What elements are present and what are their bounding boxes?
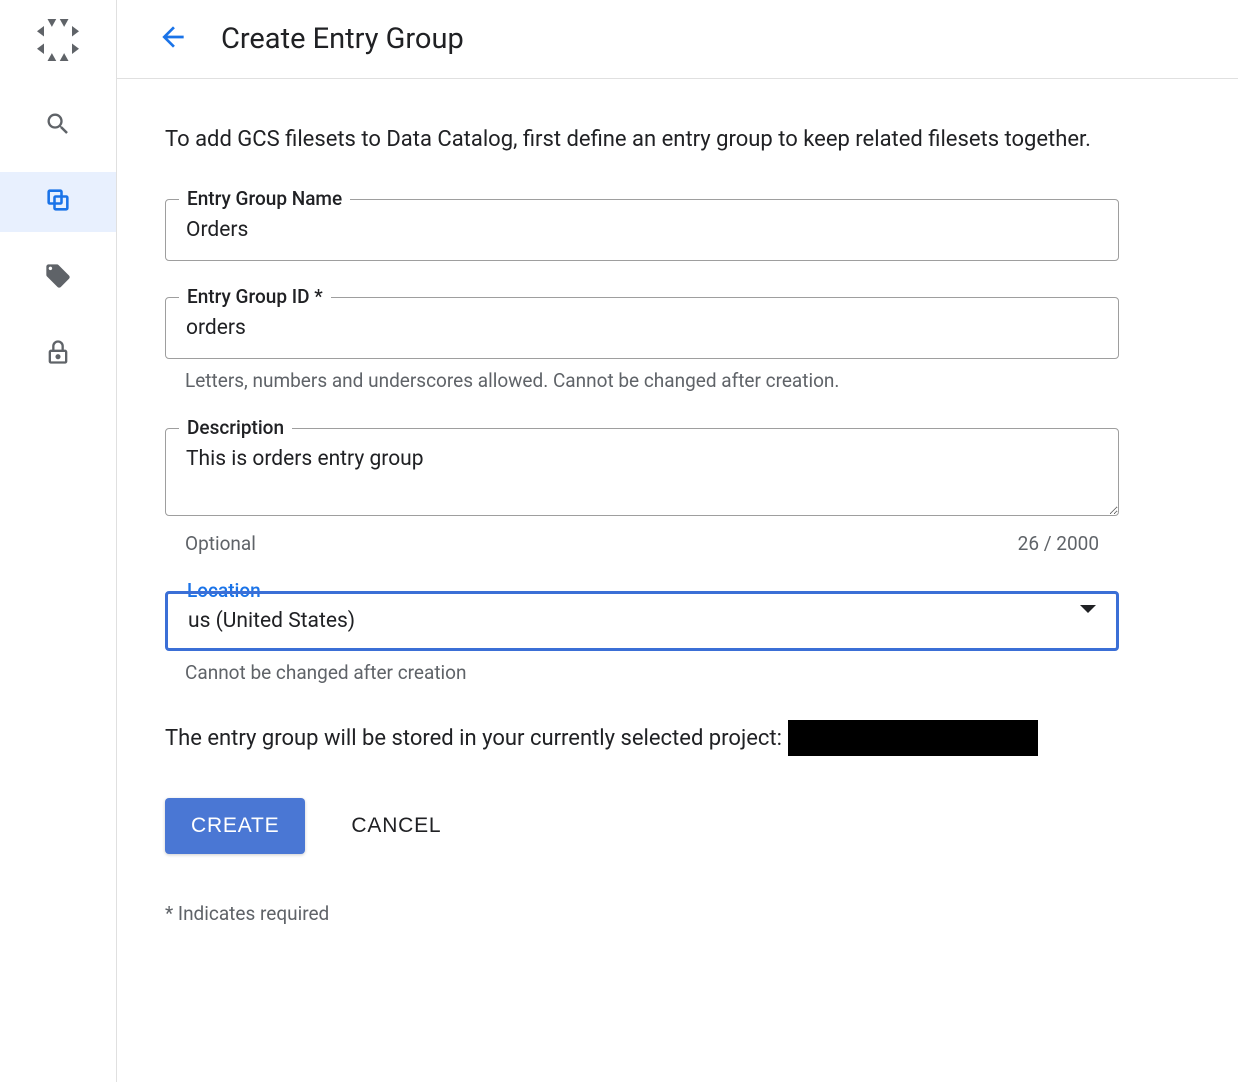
- project-info: The entry group will be stored in your c…: [165, 720, 1119, 756]
- location-value: us (United States): [188, 609, 355, 633]
- description-input[interactable]: [165, 428, 1119, 516]
- nav-entry-groups[interactable]: [0, 172, 116, 232]
- nav-tags[interactable]: [0, 248, 116, 308]
- page-title: Create Entry Group: [221, 22, 464, 56]
- sidebar: [0, 0, 117, 1082]
- location-field: Location us (United States): [165, 591, 1119, 651]
- product-logo: [30, 12, 86, 68]
- description-hint-optional: Optional: [185, 532, 256, 555]
- location-select[interactable]: us (United States): [165, 591, 1119, 651]
- create-button[interactable]: CREATE: [165, 798, 305, 854]
- required-note: * Indicates required: [165, 902, 1119, 925]
- project-id-redacted: [788, 720, 1038, 756]
- lock-icon: [44, 338, 72, 370]
- description-label: Description: [179, 416, 292, 439]
- description-char-count: 26 / 2000: [1018, 532, 1099, 555]
- search-icon: [44, 110, 72, 142]
- location-hint: Cannot be changed after creation: [165, 661, 1119, 684]
- arrow-left-icon: [157, 21, 189, 57]
- chevron-down-icon: [1080, 613, 1096, 629]
- entry-group-name-label: Entry Group Name: [179, 187, 350, 210]
- entry-group-name-field: Entry Group Name: [165, 199, 1119, 261]
- intro-text: To add GCS filesets to Data Catalog, fir…: [165, 123, 1119, 157]
- entry-groups-icon: [44, 186, 72, 218]
- form-actions: CREATE CANCEL: [165, 798, 1119, 854]
- nav-security[interactable]: [0, 324, 116, 384]
- project-info-text: The entry group will be stored in your c…: [165, 726, 782, 751]
- nav-search[interactable]: [0, 96, 116, 156]
- description-field: Description: [165, 428, 1119, 520]
- entry-group-id-label: Entry Group ID *: [179, 285, 331, 308]
- page-header: Create Entry Group: [117, 0, 1238, 79]
- entry-group-id-field: Entry Group ID *: [165, 297, 1119, 359]
- entry-group-id-hint: Letters, numbers and underscores allowed…: [165, 369, 1119, 392]
- main-content: Create Entry Group To add GCS filesets t…: [117, 0, 1238, 1082]
- tag-icon: [44, 262, 72, 294]
- cancel-button[interactable]: CANCEL: [351, 814, 441, 838]
- back-button[interactable]: [157, 21, 189, 57]
